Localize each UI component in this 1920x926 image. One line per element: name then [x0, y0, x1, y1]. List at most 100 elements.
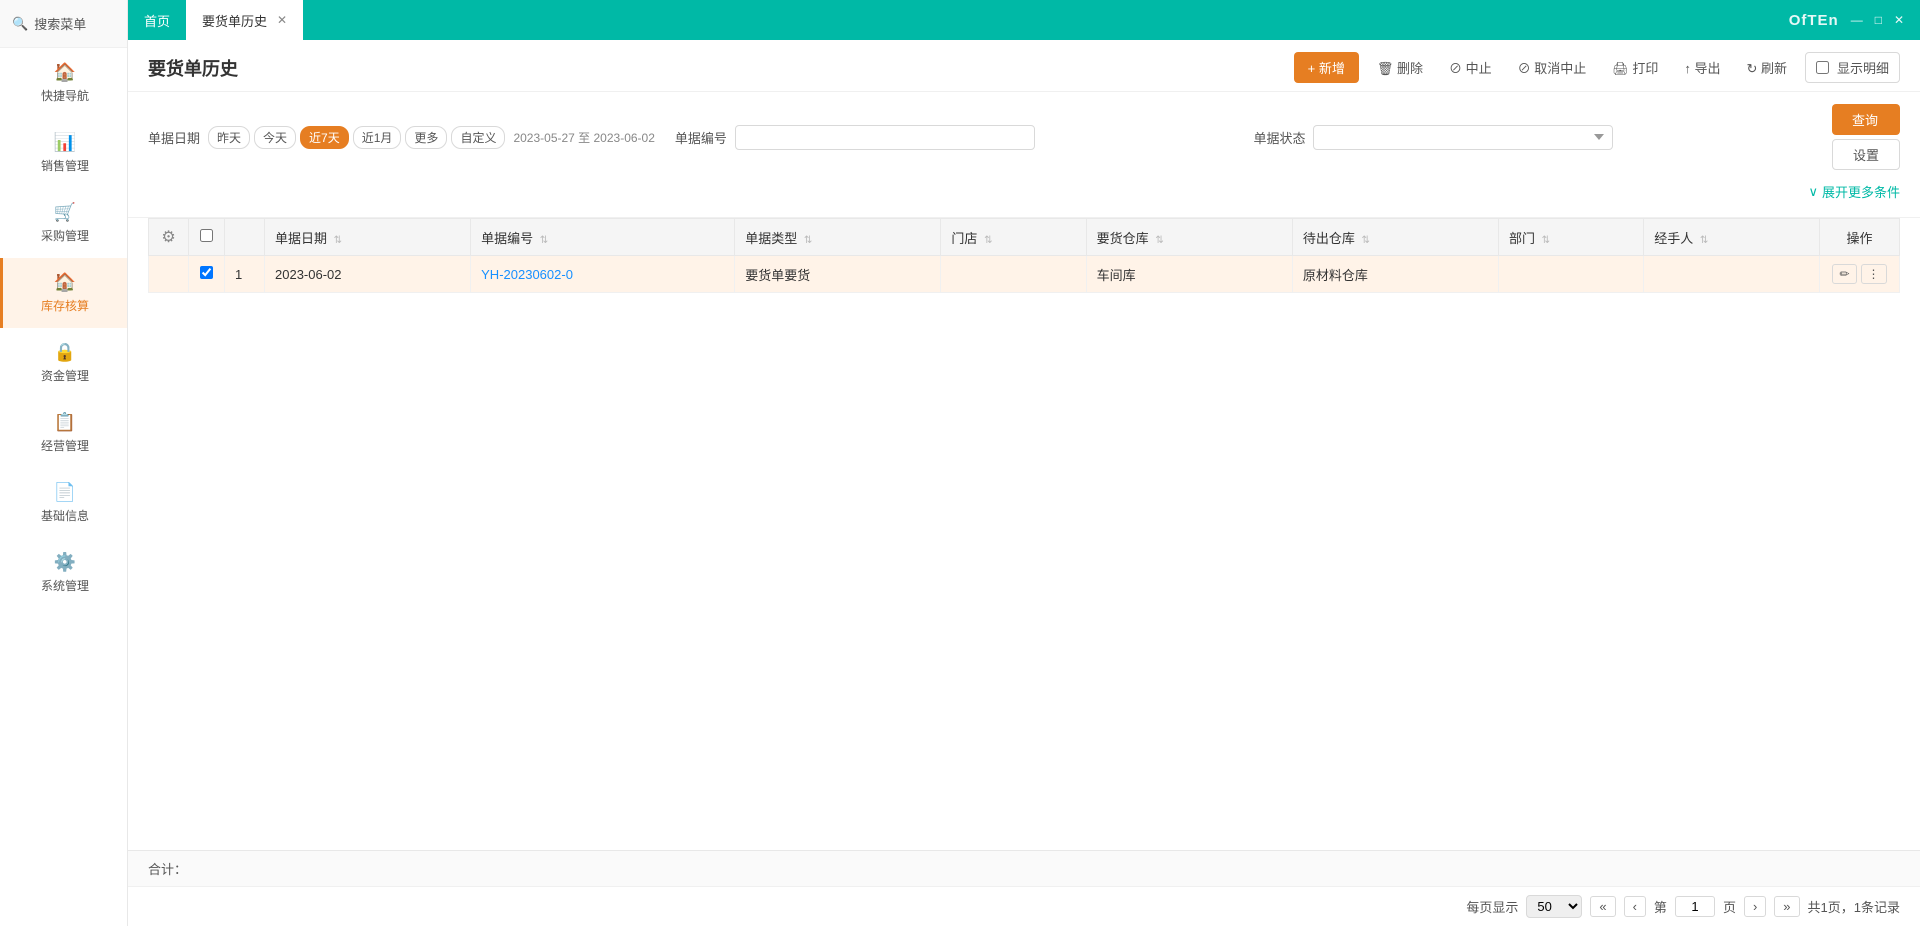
tab-requisition-history[interactable]: 要货单历史 ✕ [186, 0, 303, 40]
sidebar: 🔍 搜索菜单 🏠 快捷导航 📊 销售管理 🛒 采购管理 🏠 库存核算 🔒 资金管… [0, 0, 128, 926]
sort-icon-department: ⇅ [1542, 235, 1550, 246]
chevron-down-icon: ∨ [1808, 184, 1818, 200]
col-operations-label: 操作 [1846, 231, 1872, 246]
date-btn-last1month[interactable]: 近1月 [353, 126, 402, 149]
row-edit-btn[interactable]: ✏ [1832, 264, 1856, 284]
refresh-button[interactable]: ↻ 刷新 [1738, 53, 1795, 82]
table-area: ⚙ 单据日期 ⇅ 单据编号 ⇅ [128, 218, 1920, 850]
window-minimize-btn[interactable]: — [1851, 13, 1863, 27]
print-button[interactable]: 🖨 打印 [1604, 53, 1666, 82]
cell-department [1498, 256, 1643, 293]
sidebar-item-inventory[interactable]: 🏠 库存核算 [0, 258, 127, 328]
sidebar-item-sales[interactable]: 📊 销售管理 [0, 118, 127, 188]
col-handler[interactable]: 经手人 ⇅ [1644, 219, 1820, 256]
sort-icon-doc-type: ⇅ [804, 235, 812, 246]
expand-more-button[interactable]: ∨ 展开更多条件 [1808, 178, 1900, 205]
date-range-display: 2023-05-27 至 2023-06-02 [513, 129, 654, 146]
sidebar-search-label: 搜索菜单 [34, 14, 86, 33]
sidebar-item-system[interactable]: ⚙️ 系统管理 [0, 538, 127, 608]
purchase-icon: 🛒 [54, 202, 76, 223]
display-cell-label: 显示明细 [1837, 58, 1889, 77]
col-handler-label: 经手人 [1654, 231, 1693, 246]
date-btn-today[interactable]: 今天 [254, 126, 296, 149]
sidebar-item-label: 库存核算 [41, 297, 89, 314]
date-btn-more[interactable]: 更多 [405, 126, 447, 149]
select-all-checkbox[interactable] [200, 229, 213, 242]
tab-close-icon[interactable]: ✕ [277, 13, 287, 27]
stop-button[interactable]: ⊘ 中止 [1441, 53, 1500, 82]
query-button[interactable]: 查询 [1832, 104, 1900, 135]
cell-doc-date: 2023-06-02 [265, 256, 471, 293]
per-page-select[interactable]: 50 10 20 100 [1526, 895, 1582, 918]
column-settings-icon[interactable]: ⚙ [161, 229, 175, 246]
col-doc-type[interactable]: 单据类型 ⇅ [735, 219, 941, 256]
cell-doc-type: 要货单要货 [735, 256, 941, 293]
display-cell-button[interactable]: 显示明细 [1805, 52, 1900, 83]
search-icon: 🔍 [12, 16, 28, 32]
sort-icon-store: ⇅ [984, 235, 992, 246]
col-store[interactable]: 门店 ⇅ [941, 219, 1086, 256]
date-btn-yesterday[interactable]: 昨天 [208, 126, 250, 149]
col-req-warehouse-label: 要货仓库 [1097, 231, 1149, 246]
export-button[interactable]: ↑ 导出 [1676, 53, 1728, 82]
col-pending-warehouse-label: 待出仓库 [1303, 231, 1355, 246]
page-suffix: 页 [1723, 897, 1736, 916]
doc-no-input[interactable] [735, 125, 1035, 150]
sidebar-item-label: 经营管理 [41, 437, 89, 454]
sidebar-item-label: 基础信息 [41, 507, 89, 524]
filter-row-1: 单据日期 昨天 今天 近7天 近1月 更多 自定义 2023-05-27 至 2… [148, 104, 1900, 170]
sidebar-item-basic[interactable]: 📄 基础信息 [0, 468, 127, 538]
col-settings: ⚙ [149, 219, 189, 256]
sidebar-item-label: 资金管理 [41, 367, 89, 384]
col-seq [225, 219, 265, 256]
cell-seq: 1 [225, 256, 265, 293]
page-input[interactable] [1675, 896, 1715, 917]
sidebar-item-finance[interactable]: 🔒 资金管理 [0, 328, 127, 398]
status-select[interactable] [1313, 125, 1613, 150]
sidebar-item-purchase[interactable]: 🛒 采购管理 [0, 188, 127, 258]
delete-button[interactable]: 🗑 删除 [1369, 53, 1431, 82]
page-title: 要货单历史 [148, 55, 238, 81]
sidebar-item-label: 快捷导航 [41, 87, 89, 104]
sidebar-item-label: 系统管理 [41, 577, 89, 594]
new-button[interactable]: + 新增 [1294, 52, 1359, 83]
cell-checkbox [189, 256, 225, 293]
doc-no-link[interactable]: YH-20230602-0 [481, 267, 573, 282]
row-more-btn[interactable]: ⋮ [1861, 264, 1887, 284]
col-doc-type-label: 单据类型 [745, 231, 797, 246]
row-checkbox[interactable] [200, 266, 213, 279]
sidebar-item-label: 销售管理 [41, 157, 89, 174]
sidebar-search[interactable]: 🔍 搜索菜单 [0, 0, 127, 48]
sidebar-item-quick-nav[interactable]: 🏠 快捷导航 [0, 48, 127, 118]
sort-icon-req-warehouse: ⇅ [1155, 235, 1163, 246]
date-btn-custom[interactable]: 自定义 [451, 126, 505, 149]
prev-page-btn[interactable]: ‹ [1624, 896, 1646, 917]
date-buttons: 昨天 今天 近7天 近1月 更多 自定义 [208, 126, 505, 149]
inventory-icon: 🏠 [54, 272, 76, 293]
col-req-warehouse[interactable]: 要货仓库 ⇅ [1086, 219, 1292, 256]
tab-requisition-label: 要货单历史 [202, 11, 267, 30]
first-page-btn[interactable]: « [1590, 896, 1615, 917]
date-filter-label: 单据日期 [148, 128, 200, 147]
cell-operations: ✏ ⋮ [1820, 256, 1900, 293]
summary-label: 合计： [148, 862, 187, 877]
cell-store [941, 256, 1086, 293]
col-store-label: 门店 [951, 231, 977, 246]
row-op-icons: ✏ ⋮ [1830, 264, 1889, 284]
sidebar-item-operations[interactable]: 📋 经营管理 [0, 398, 127, 468]
date-btn-last7days[interactable]: 近7天 [300, 126, 349, 149]
settings-button[interactable]: 设置 [1832, 139, 1900, 170]
next-page-btn[interactable]: › [1744, 896, 1766, 917]
cancel-stop-button[interactable]: ⊘ 取消中止 [1510, 53, 1595, 82]
col-pending-warehouse[interactable]: 待出仓库 ⇅ [1292, 219, 1498, 256]
last-page-btn[interactable]: » [1774, 896, 1799, 917]
col-doc-date[interactable]: 单据日期 ⇅ [265, 219, 471, 256]
display-cell-checkbox[interactable] [1816, 61, 1829, 74]
window-close-btn[interactable]: ✕ [1894, 13, 1904, 27]
page-label: 第 [1654, 897, 1667, 916]
tab-home[interactable]: 首页 [128, 0, 186, 40]
col-department[interactable]: 部门 ⇅ [1498, 219, 1643, 256]
window-maximize-btn[interactable]: □ [1875, 13, 1882, 27]
filter-area: 单据日期 昨天 今天 近7天 近1月 更多 自定义 2023-05-27 至 2… [128, 92, 1920, 218]
col-doc-no[interactable]: 单据编号 ⇅ [471, 219, 735, 256]
